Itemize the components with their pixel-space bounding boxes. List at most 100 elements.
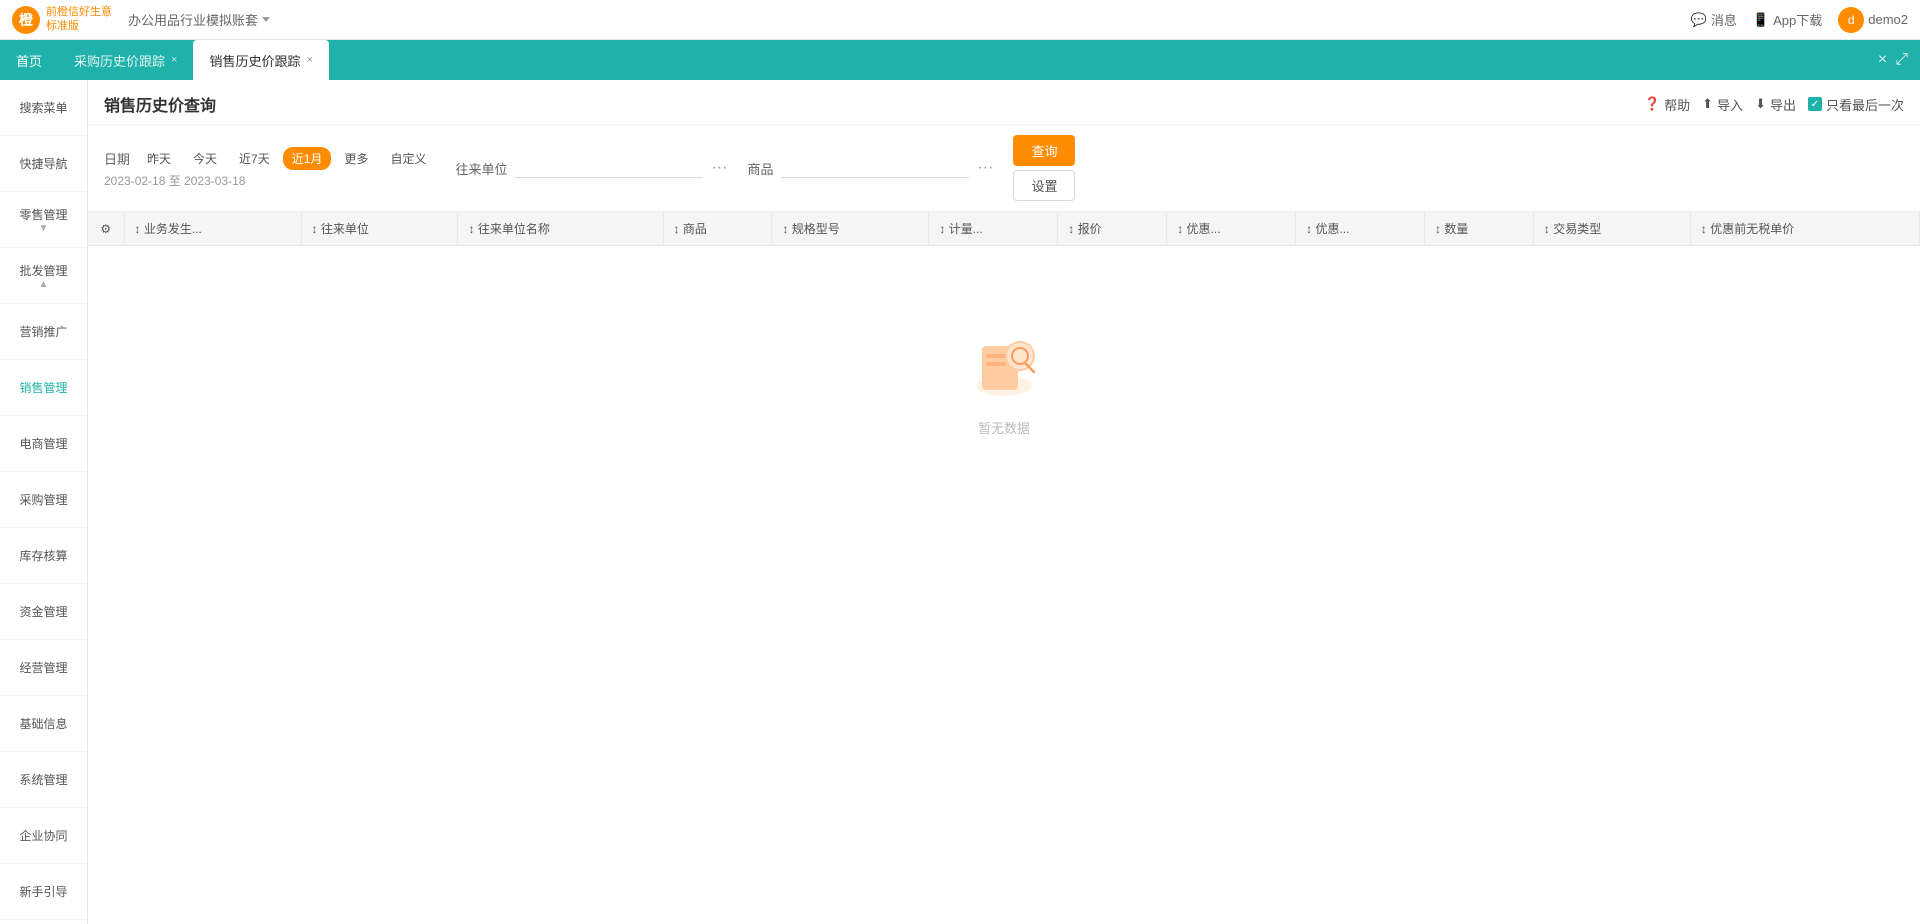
sidebar-item-retail-mgmt[interactable]: 零售管理 ▼ xyxy=(0,192,87,248)
goods-picker-icon[interactable]: ··· xyxy=(977,159,993,177)
sidebar-item-finance[interactable]: 资金管理 xyxy=(0,584,87,640)
column-quote-price[interactable]: ↕ 报价 xyxy=(1058,212,1167,246)
inventory-label: 库存核算 xyxy=(19,547,67,564)
top-bar-right: 💬 消息 📱 App下载 d demo2 xyxy=(1691,7,1908,33)
query-button[interactable]: 查询 xyxy=(1013,135,1075,166)
column-quantity[interactable]: ↕ 数量 xyxy=(1425,212,1534,246)
settings-button[interactable]: 设置 xyxy=(1013,170,1075,201)
logo-icon: 橙 xyxy=(12,6,40,34)
app-selector[interactable]: 办公用品行业模拟账套 xyxy=(120,6,278,33)
app-download-button[interactable]: 📱 App下载 xyxy=(1753,10,1822,29)
tab-home[interactable]: 首页 xyxy=(0,40,58,80)
logo-text: 前橙信好生意 标准版 xyxy=(46,6,112,32)
goods-input[interactable] xyxy=(781,158,969,178)
sidebar-item-purchase-mgmt[interactable]: 采购管理 xyxy=(0,472,87,528)
column-spec[interactable]: ↕ 规格型号 xyxy=(772,212,929,246)
checkbox-icon: ✓ xyxy=(1808,97,1822,111)
sidebar-item-ecommerce[interactable]: 电商管理 xyxy=(0,416,87,472)
message-button[interactable]: 💬 消息 xyxy=(1691,10,1737,29)
logo-area: 橙 前橙信好生意 标准版 xyxy=(12,6,112,34)
sidebar-item-operations[interactable]: 经营管理 xyxy=(0,640,87,696)
sidebar-item-enterprise-collab[interactable]: 企业协同 xyxy=(0,808,87,864)
date-filter-group: 日期 昨天 今天 近7天 近1月 更多 自定义 2023-02-18 至 202… xyxy=(104,147,435,189)
sidebar-item-inventory[interactable]: 库存核算 xyxy=(0,528,87,584)
column-discount2[interactable]: ↕ 优惠... xyxy=(1296,212,1425,246)
sidebar-item-basic-info[interactable]: 基础信息 xyxy=(0,696,87,752)
date-btn-today[interactable]: 今天 xyxy=(184,147,226,170)
chevron-down-icon xyxy=(262,17,270,22)
date-range-display: 2023-02-18 至 2023-03-18 xyxy=(104,172,435,189)
maximize-window-button[interactable]: ⤢ xyxy=(1895,51,1908,69)
column-trade-type[interactable]: ↕ 交易类型 xyxy=(1533,212,1690,246)
filter-bar: 日期 昨天 今天 近7天 近1月 更多 自定义 2023-02-18 至 202… xyxy=(88,125,1920,212)
page-content: 销售历史价查询 ❓ 帮助 ⬆ 导入 ⬇ 导出 ✓ 只看最后一次 xyxy=(88,80,1920,924)
retail-mgmt-label: 零售管理 xyxy=(19,206,67,223)
export-button[interactable]: ⬇ 导出 xyxy=(1755,95,1796,114)
basic-info-label: 基础信息 xyxy=(19,715,67,732)
sidebar: 搜索菜单 快捷导航 零售管理 ▼ 批发管理 ▲ 营销推广 销售管理 电商管理 采… xyxy=(0,80,88,924)
finance-label: 资金管理 xyxy=(19,603,67,620)
quick-nav-label: 快捷导航 xyxy=(19,155,67,172)
new-guide-label: 新手引导 xyxy=(19,883,67,900)
date-btn-1month[interactable]: 近1月 xyxy=(283,147,332,170)
column-discount1[interactable]: ↕ 优惠... xyxy=(1167,212,1296,246)
sidebar-item-quick-nav[interactable]: 快捷导航 xyxy=(0,136,87,192)
date-btn-custom[interactable]: 自定义 xyxy=(381,147,435,170)
date-btn-7days[interactable]: 近7天 xyxy=(230,147,279,170)
page-title: 销售历史价查询 xyxy=(104,92,216,116)
sidebar-item-new-guide[interactable]: 新手引导 xyxy=(0,864,87,920)
marketing-label: 营销推广 xyxy=(19,323,67,340)
column-biz-date[interactable]: ↕ 业务发生... xyxy=(124,212,301,246)
sidebar-item-app-center[interactable]: 应用中心 xyxy=(0,920,87,924)
sidebar-item-search-menu[interactable]: 搜索菜单 xyxy=(0,80,87,136)
sidebar-item-marketing[interactable]: 营销推广 xyxy=(0,304,87,360)
counterparty-filter-group: 往来单位 ··· xyxy=(455,158,727,178)
column-counterparty-code[interactable]: ↕ 往来单位 xyxy=(301,212,458,246)
empty-text: 暂无数据 xyxy=(978,418,1030,437)
counterparty-input[interactable] xyxy=(515,158,703,178)
sidebar-item-wholesale-mgmt[interactable]: 批发管理 ▲ xyxy=(0,248,87,304)
date-label: 日期 xyxy=(104,149,130,168)
counterparty-picker-icon[interactable]: ··· xyxy=(711,159,727,177)
tab-sales-history[interactable]: 销售历史价跟踪 × xyxy=(193,40,328,80)
only-last-checkbox[interactable]: ✓ 只看最后一次 xyxy=(1808,95,1904,114)
column-pre-tax-price[interactable]: ↕ 优惠前无税单价 xyxy=(1690,212,1919,246)
help-icon: ❓ xyxy=(1644,96,1660,112)
operations-label: 经营管理 xyxy=(19,659,67,676)
user-menu[interactable]: d demo2 xyxy=(1838,7,1908,33)
sidebar-item-system[interactable]: 系统管理 xyxy=(0,752,87,808)
tab-bar: 首页 采购历史价跟踪 × 销售历史价跟踪 × × ⤢ xyxy=(0,40,1920,80)
date-btn-yesterday[interactable]: 昨天 xyxy=(138,147,180,170)
sales-mgmt-label: 销售管理 xyxy=(19,379,67,396)
top-bar-left: 橙 前橙信好生意 标准版 办公用品行业模拟账套 xyxy=(12,6,278,34)
data-table: ⚙ ↕ 业务发生... ↕ 往来单位 ↕ 往来单位名称 ↕ 商品 xyxy=(88,212,1920,246)
import-icon: ⬆ xyxy=(1702,96,1713,112)
column-unit[interactable]: ↕ 计量... xyxy=(929,212,1058,246)
close-tab-purchase-icon[interactable]: × xyxy=(171,54,177,66)
goods-label: 商品 xyxy=(747,159,773,178)
help-button[interactable]: ❓ 帮助 xyxy=(1644,95,1690,114)
sidebar-item-sales-mgmt[interactable]: 销售管理 xyxy=(0,360,87,416)
table-container: ⚙ ↕ 业务发生... ↕ 往来单位 ↕ 往来单位名称 ↕ 商品 xyxy=(88,212,1920,924)
close-tab-sales-icon[interactable]: × xyxy=(306,54,312,66)
counterparty-label: 往来单位 xyxy=(455,159,507,178)
column-settings[interactable]: ⚙ xyxy=(88,212,124,246)
download-icon: 📱 xyxy=(1753,12,1769,28)
date-btn-more[interactable]: 更多 xyxy=(335,147,377,170)
system-label: 系统管理 xyxy=(19,771,67,788)
page-header: 销售历史价查询 ❓ 帮助 ⬆ 导入 ⬇ 导出 ✓ 只看最后一次 xyxy=(88,80,1920,125)
wholesale-expand-icon: ▲ xyxy=(39,279,49,290)
table-header-row: ⚙ ↕ 业务发生... ↕ 往来单位 ↕ 往来单位名称 ↕ 商品 xyxy=(88,212,1920,246)
column-counterparty-name[interactable]: ↕ 往来单位名称 xyxy=(458,212,663,246)
tab-purchase-history[interactable]: 采购历史价跟踪 × xyxy=(58,40,193,80)
empty-state: 暂无数据 xyxy=(88,246,1920,517)
import-button[interactable]: ⬆ 导入 xyxy=(1702,95,1743,114)
purchase-mgmt-label: 采购管理 xyxy=(19,491,67,508)
close-window-button[interactable]: × xyxy=(1878,51,1887,69)
retail-expand-icon: ▼ xyxy=(39,223,49,234)
enterprise-collab-label: 企业协同 xyxy=(19,827,67,844)
filter-actions: 查询 设置 xyxy=(1013,135,1075,201)
goods-filter-group: 商品 ··· xyxy=(747,158,993,178)
empty-illustration xyxy=(964,326,1044,406)
column-goods[interactable]: ↕ 商品 xyxy=(663,212,772,246)
